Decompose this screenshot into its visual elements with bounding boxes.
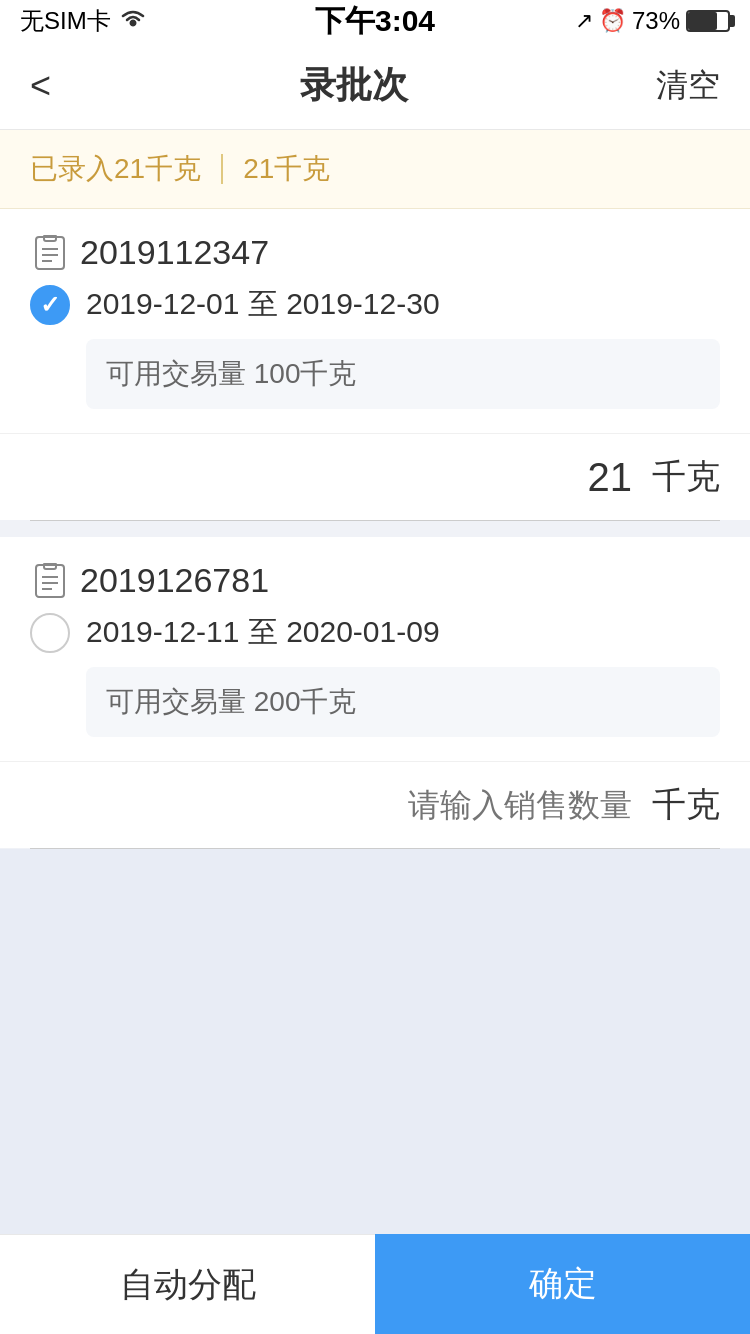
batch2-id: 2019126781	[80, 561, 269, 600]
batch2-date: 2019-12-11 至 2020-01-09	[86, 612, 440, 653]
auto-distribute-button[interactable]: 自动分配	[0, 1234, 375, 1334]
batch1-date: 2019-12-01 至 2019-12-30	[86, 284, 440, 325]
batch2-available: 可用交易量 200千克	[86, 667, 720, 737]
batch2-unit: 千克	[652, 782, 720, 828]
batch1-quantity-row: 21 千克	[0, 433, 750, 520]
batch1-id: 2019112347	[80, 233, 269, 272]
section-separator	[0, 521, 750, 537]
batch1-unit: 千克	[652, 454, 720, 500]
bottom-bar: 自动分配 确定	[0, 1234, 750, 1334]
batch1-quantity-area: 21	[588, 455, 633, 500]
recorded-label: 已录入21千克	[30, 150, 201, 188]
batch-item-1: 2019112347 2019-12-01 至 2019-12-30 可用交易量…	[0, 209, 750, 433]
batch2-quantity-input[interactable]	[332, 787, 632, 824]
nav-bar: < 录批次 清空	[0, 42, 750, 130]
location-icon: ↗	[575, 8, 593, 34]
clear-button[interactable]: 清空	[656, 64, 720, 108]
carrier-text: 无SIM卡	[20, 5, 111, 37]
back-button[interactable]: <	[30, 65, 51, 107]
batch2-quantity-area[interactable]	[332, 787, 632, 824]
status-left: 无SIM卡	[20, 5, 147, 37]
batch1-icon	[30, 235, 70, 271]
content-area: 2019112347 2019-12-01 至 2019-12-30 可用交易量…	[0, 209, 750, 1334]
batch1-date-row[interactable]: 2019-12-01 至 2019-12-30	[30, 284, 720, 325]
status-right: ↗ ⏰ 73%	[575, 7, 730, 35]
batch1-quantity-value[interactable]: 21	[588, 455, 633, 500]
battery-icon	[686, 10, 730, 32]
batch-item-2: 2019126781 2019-12-11 至 2020-01-09 可用交易量…	[0, 537, 750, 761]
batch2-date-row[interactable]: 2019-12-11 至 2020-01-09	[30, 612, 720, 653]
batch2-header: 2019126781	[30, 561, 720, 600]
status-bar: 无SIM卡 下午3:04 ↗ ⏰ 73%	[0, 0, 750, 42]
confirm-button[interactable]: 确定	[375, 1234, 750, 1334]
batch1-available: 可用交易量 100千克	[86, 339, 720, 409]
alarm-icon: ⏰	[599, 8, 626, 34]
batch1-header: 2019112347	[30, 233, 720, 272]
recorded-value: 21千克	[243, 150, 330, 188]
batch2-quantity-row: 千克	[0, 761, 750, 848]
status-time: 下午3:04	[315, 1, 435, 42]
wifi-icon	[119, 7, 147, 35]
batch2-icon	[30, 563, 70, 599]
batch1-radio[interactable]	[30, 285, 70, 325]
page-title: 录批次	[300, 61, 408, 110]
battery-text: 73%	[632, 7, 680, 35]
info-divider	[221, 154, 223, 184]
info-banner: 已录入21千克 21千克	[0, 130, 750, 209]
batch2-radio[interactable]	[30, 613, 70, 653]
bottom-gray-area	[0, 849, 750, 1269]
